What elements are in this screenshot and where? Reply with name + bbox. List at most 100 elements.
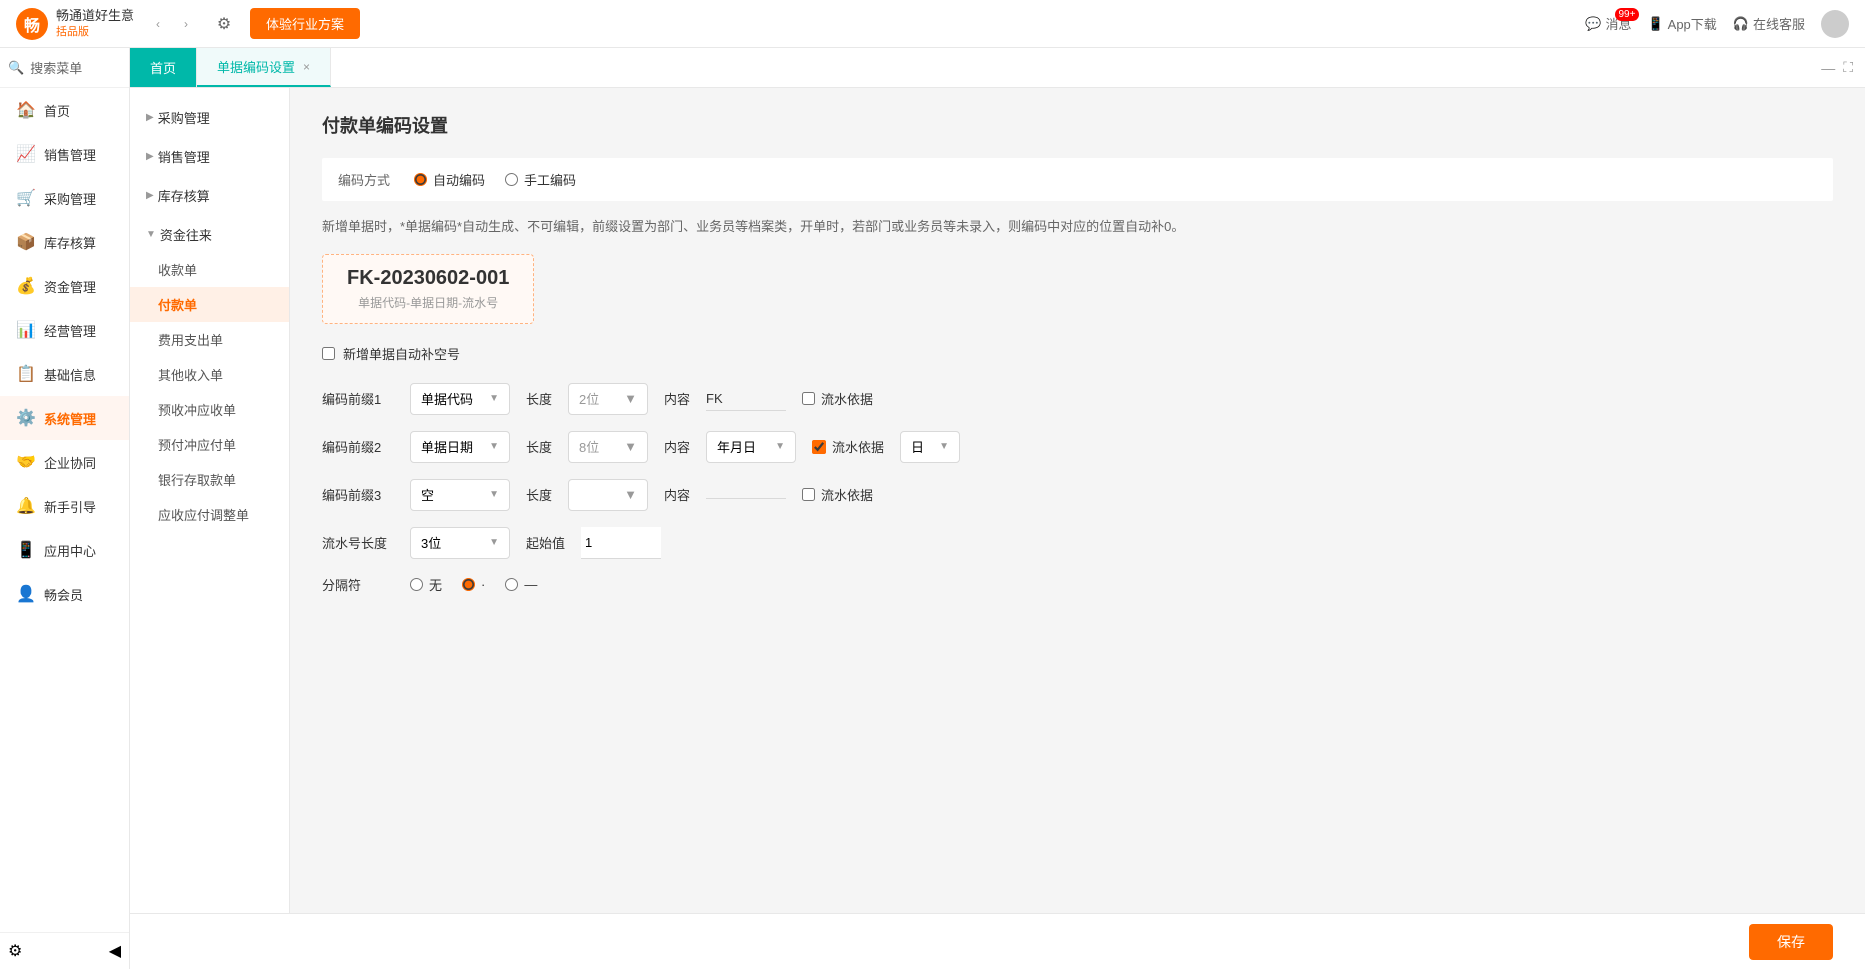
save-button[interactable]: 保存 [1749, 924, 1833, 960]
sidebar-search[interactable]: 🔍 搜索菜单 [0, 48, 129, 88]
sidebar-item-home[interactable]: 🏠 首页 [0, 88, 129, 132]
stream-check-2: 流水依据 [812, 437, 884, 456]
online-service-item[interactable]: 🎧 在线客服 [1733, 14, 1805, 33]
separator-dot-radio[interactable] [462, 578, 475, 591]
serial-length-select[interactable]: 3位 ▼ [410, 527, 510, 559]
content1-value: FK [706, 387, 786, 411]
bottom-bar: 保存 [130, 913, 1865, 969]
tab-settings[interactable]: 单据编码设置 × [197, 48, 331, 87]
radio-group: 自动编码 手工编码 [414, 170, 576, 189]
stream-check-3: 流水依据 [802, 485, 873, 504]
content2-select[interactable]: 年月日 ▼ [706, 431, 796, 463]
top-bar: 畅 畅通道好生意 括品版 ‹ › ⚙ 体验行业方案 💬 消息 99+ 📱 App… [0, 0, 1865, 48]
manual-encode-option[interactable]: 手工编码 [505, 170, 576, 189]
sidebar-item-operations[interactable]: 📊 经营管理 [0, 308, 129, 352]
separator-radio-group: 无 · — [410, 575, 537, 594]
content-area: 首页 单据编码设置 × — ⛶ ▶ 采购管理 [130, 48, 1865, 969]
code-preview: FK-20230602-001 单据代码-单据日期-流水号 [322, 254, 534, 324]
length2-select[interactable]: 8位 ▼ [568, 431, 648, 463]
sub-menu-item-prepaid-offset[interactable]: 预付冲应付单 [130, 427, 289, 462]
sub-menu-inventory[interactable]: ▶ 库存核算 [130, 178, 289, 213]
preview-code: FK-20230602-001 [347, 267, 509, 290]
separator-row: 分隔符 无 · — [322, 575, 1833, 594]
home-icon: 🏠 [16, 100, 36, 120]
sub-menu-item-other-income[interactable]: 其他收入单 [130, 357, 289, 392]
trial-button[interactable]: 体验行业方案 [250, 8, 360, 39]
separator-none-radio[interactable] [410, 578, 423, 591]
length3-arrow-icon: ▼ [624, 487, 637, 502]
separator-dot-option[interactable]: · [462, 577, 485, 592]
prefix1-label: 编码前缀1 [322, 389, 394, 408]
sidebar-item-inventory[interactable]: 📦 库存核算 [0, 220, 129, 264]
description-text: 新增单据时，*单据编码*自动生成、不可编辑，前缀设置为部门、业务员等档案类，开单… [322, 217, 1833, 238]
arrow-icon-inventory: ▶ [146, 190, 154, 201]
sidebar-item-system[interactable]: ⚙️ 系统管理 [0, 396, 129, 440]
sidebar-item-guide[interactable]: 🔔 新手引导 [0, 484, 129, 528]
length3-label: 长度 [526, 485, 552, 504]
serial-start-input[interactable] [581, 527, 661, 559]
nav-forward-icon[interactable]: › [174, 12, 198, 36]
length3-select[interactable]: ▼ [568, 479, 648, 511]
sub-menu-group-finance: ▼ 资金往来 收款单 付款单 费用支出单 其他收入单 预收冲应收单 预付冲应付单… [130, 217, 289, 532]
separator-dash-option[interactable]: — [505, 577, 537, 592]
sidebar-item-basic[interactable]: 📋 基础信息 [0, 352, 129, 396]
sub-menu-item-prepay-offset[interactable]: 预收冲应收单 [130, 392, 289, 427]
sub-menu-purchase[interactable]: ▶ 采购管理 [130, 100, 289, 135]
content3-label: 内容 [664, 485, 690, 504]
preview-sub: 单据代码-单据日期-流水号 [347, 294, 509, 311]
auto-encode-option[interactable]: 自动编码 [414, 170, 485, 189]
logo-text: 畅通道好生意 括品版 [56, 8, 134, 40]
sidebar-item-finance[interactable]: 💰 资金管理 [0, 264, 129, 308]
nav-arrows: ‹ › [146, 12, 198, 36]
sidebar-nav: 🏠 首页 📈 销售管理 🛒 采购管理 📦 库存核算 💰 资金管理 📊 经 [0, 88, 129, 932]
app-download-item[interactable]: 📱 App下载 [1647, 14, 1716, 33]
arrow-icon-finance: ▼ [146, 229, 156, 240]
auto-fill-checkbox[interactable] [322, 347, 335, 360]
tab-controls: — ⛶ [1821, 59, 1865, 76]
sub-menu-item-expense[interactable]: 费用支出单 [130, 322, 289, 357]
prefix2-select[interactable]: 单据日期 ▼ [410, 431, 510, 463]
separator-dash-radio[interactable] [505, 578, 518, 591]
stream-check-1-input[interactable] [802, 392, 815, 405]
stream-period-arrow-icon: ▼ [939, 441, 949, 452]
stream-check-3-input[interactable] [802, 488, 815, 501]
sub-menu-item-payment[interactable]: 付款单 [130, 287, 289, 322]
length1-arrow-icon: ▼ [624, 391, 637, 406]
user-avatar[interactable] [1821, 10, 1849, 38]
settings-icon[interactable]: ⚙ [210, 10, 238, 38]
page-title: 付款单编码设置 [322, 112, 1833, 138]
sub-menu-sales[interactable]: ▶ 销售管理 [130, 139, 289, 174]
sub-menu-item-receipt[interactable]: 收款单 [130, 252, 289, 287]
sub-menu-item-bank[interactable]: 银行存取款单 [130, 462, 289, 497]
stream-check-2-input[interactable] [812, 440, 826, 454]
message-badge: 99+ [1615, 8, 1640, 21]
sidebar-bottom: ⚙ ◀ [0, 932, 129, 969]
stream-check-1: 流水依据 [802, 389, 873, 408]
prefix1-select[interactable]: 单据代码 ▼ [410, 383, 510, 415]
sidebar-item-apps[interactable]: 📱 应用中心 [0, 528, 129, 572]
prefix1-arrow-icon: ▼ [489, 393, 499, 404]
sidebar-item-enterprise[interactable]: 🤝 企业协同 [0, 440, 129, 484]
auto-encode-radio[interactable] [414, 173, 427, 186]
sub-menu-finance[interactable]: ▼ 资金往来 [130, 217, 289, 252]
stream-period-select[interactable]: 日 ▼ [900, 431, 960, 463]
length1-select[interactable]: 2位 ▼ [568, 383, 648, 415]
tab-close-icon[interactable]: × [303, 60, 310, 74]
manual-encode-radio[interactable] [505, 173, 518, 186]
sub-menu: ▶ 采购管理 ▶ 销售管理 ▶ 库存核算 [130, 88, 290, 913]
basic-icon: 📋 [16, 364, 36, 384]
tab-home[interactable]: 首页 [130, 48, 197, 87]
tab-expand-icon[interactable]: ⛶ [1843, 59, 1853, 76]
message-item[interactable]: 💬 消息 99+ [1585, 14, 1631, 33]
guide-icon: 🔔 [16, 496, 36, 516]
sidebar-item-sales[interactable]: 📈 销售管理 [0, 132, 129, 176]
prefix3-select[interactable]: 空 ▼ [410, 479, 510, 511]
nav-back-icon[interactable]: ‹ [146, 12, 170, 36]
separator-none-option[interactable]: 无 [410, 575, 442, 594]
sidebar-item-member[interactable]: 👤 畅会员 [0, 572, 129, 616]
settings-bottom-icon[interactable]: ⚙ [8, 941, 22, 961]
sub-menu-item-adjust[interactable]: 应收应付调整单 [130, 497, 289, 532]
collapse-icon[interactable]: ◀ [109, 941, 121, 961]
tab-minimize-icon[interactable]: — [1821, 60, 1835, 76]
sidebar-item-purchase[interactable]: 🛒 采购管理 [0, 176, 129, 220]
